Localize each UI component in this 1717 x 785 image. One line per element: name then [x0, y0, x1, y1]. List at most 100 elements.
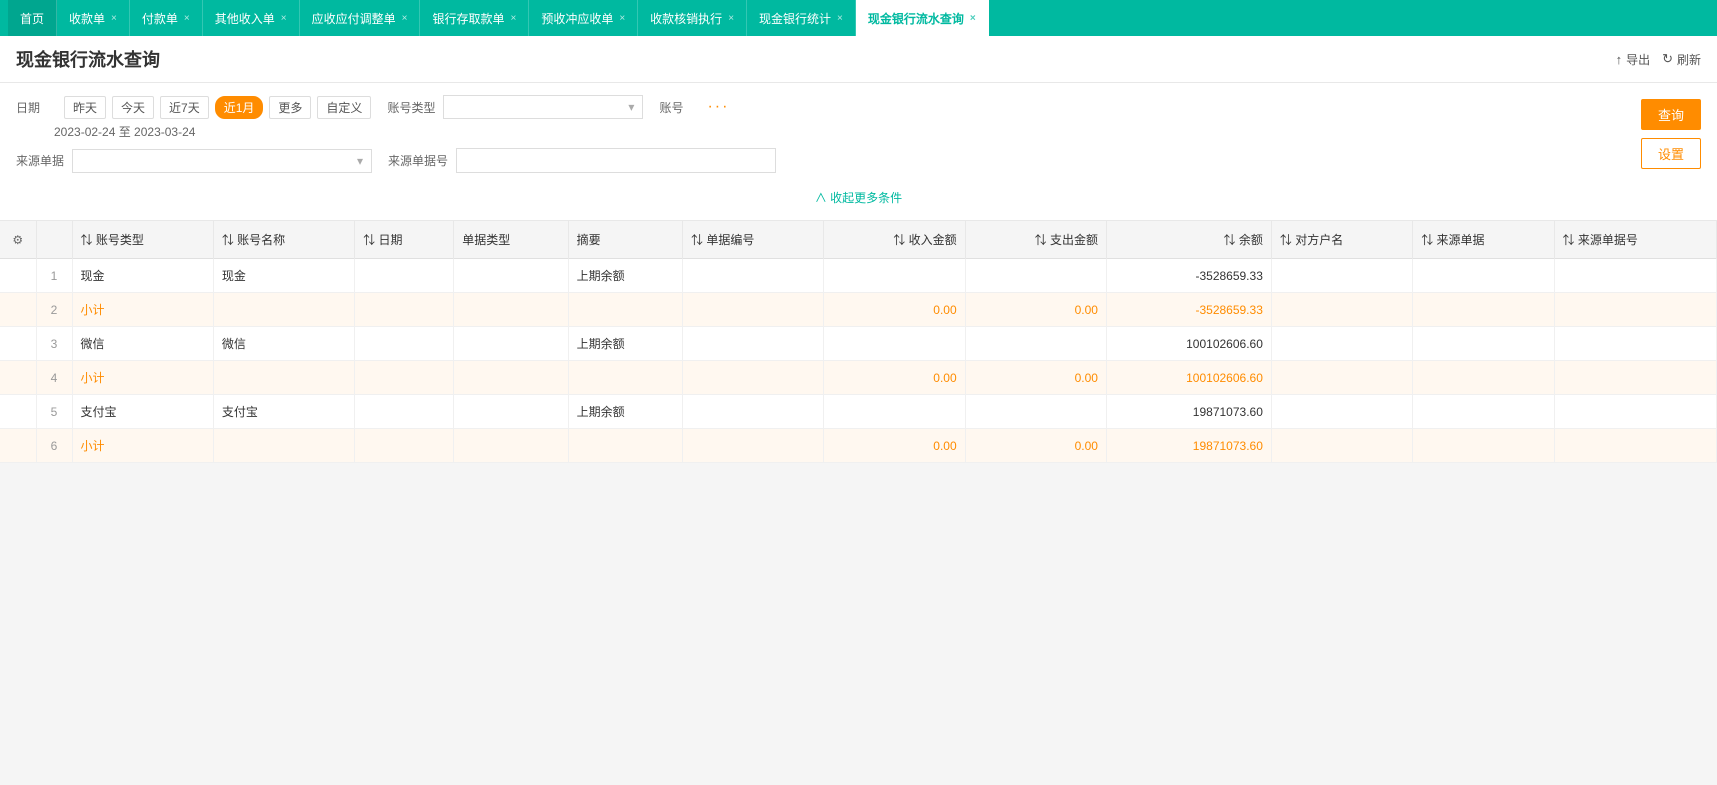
nav-tab-advance[interactable]: 预收冲应收单 ×	[529, 0, 638, 36]
nav-tab-verify[interactable]: 收款核销执行 ×	[638, 0, 747, 36]
cell-summary: 上期余额	[568, 327, 682, 361]
export-button[interactable]: ↑ 导出	[1616, 51, 1651, 68]
cell-expense	[965, 395, 1106, 429]
date-options: 昨天 今天 近7天 近1月 更多 自定义	[64, 96, 371, 119]
account-more-button[interactable]: ···	[707, 98, 729, 116]
cell-account-type: 小计	[72, 429, 213, 463]
col-row-num	[36, 221, 72, 259]
bank-deposit-tab-close[interactable]: ×	[510, 13, 516, 24]
col-account-type[interactable]: ⇅ 账号类型	[72, 221, 213, 259]
cell-source-doc-no	[1554, 327, 1716, 361]
col-income[interactable]: ⇅ 收入金额	[824, 221, 965, 259]
table-container: ⚙ ⇅ 账号类型 ⇅ 账号名称 ⇅ 日期 单据类型 摘要	[0, 221, 1717, 463]
flow-query-tab-close[interactable]: ×	[970, 13, 976, 24]
col-counterparty-label: ⇅ 对方户名	[1280, 233, 1343, 247]
cell-balance: 19871073.60	[1106, 395, 1271, 429]
cell-row-num: 3	[36, 327, 72, 361]
table-row[interactable]: 6 小计 0.00 0.00 19871073.60	[0, 429, 1717, 463]
adjust-tab-label: 应收应付调整单	[312, 10, 396, 27]
cell-expense: 0.00	[965, 293, 1106, 327]
cell-gear	[0, 395, 36, 429]
cell-date	[355, 293, 454, 327]
date-btn-more[interactable]: 更多	[269, 96, 311, 119]
verify-tab-label: 收款核销执行	[650, 10, 722, 27]
verify-tab-close[interactable]: ×	[728, 13, 734, 24]
cell-account-name: 支付宝	[213, 395, 354, 429]
nav-tab-payment[interactable]: 付款单 ×	[130, 0, 203, 36]
col-expense[interactable]: ⇅ 支出金额	[965, 221, 1106, 259]
payment-tab-close[interactable]: ×	[184, 13, 190, 24]
cell-date	[355, 395, 454, 429]
source-doc-select[interactable]: ▾	[72, 149, 372, 173]
col-account-name[interactable]: ⇅ 账号名称	[213, 221, 354, 259]
cell-row-num: 4	[36, 361, 72, 395]
account-type-select[interactable]: ▾	[443, 95, 643, 119]
table-row[interactable]: 3 微信 微信 上期余额 100102606.60	[0, 327, 1717, 361]
cell-summary: 上期余额	[568, 395, 682, 429]
stats-tab-close[interactable]: ×	[837, 13, 843, 24]
date-btn-today[interactable]: 今天	[112, 96, 154, 119]
export-label: 导出	[1626, 51, 1650, 68]
cell-gear	[0, 259, 36, 293]
col-summary-label: 摘要	[577, 233, 601, 247]
col-doc-type: 单据类型	[454, 221, 568, 259]
cell-gear	[0, 293, 36, 327]
account-label: 账号	[659, 99, 699, 116]
filter-area: 日期 昨天 今天 近7天 近1月 更多 自定义 账号类型 ▾	[0, 83, 1717, 221]
table-row[interactable]: 4 小计 0.00 0.00 100102606.60	[0, 361, 1717, 395]
nav-tab-bank-deposit[interactable]: 银行存取款单 ×	[420, 0, 529, 36]
filter-row-2: 来源单据 ▾ 来源单据号	[16, 148, 1625, 173]
cell-source-doc-no	[1554, 395, 1716, 429]
col-doc-no[interactable]: ⇅ 单据编号	[682, 221, 823, 259]
other-income-tab-close[interactable]: ×	[281, 13, 287, 24]
collapse-bar[interactable]: ∧ 收起更多条件	[16, 183, 1701, 208]
cell-expense	[965, 259, 1106, 293]
col-date[interactable]: ⇅ 日期	[355, 221, 454, 259]
cell-summary: 上期余额	[568, 259, 682, 293]
col-source-doc-no[interactable]: ⇅ 来源单据号	[1554, 221, 1716, 259]
receipt-tab-close[interactable]: ×	[111, 13, 117, 24]
cell-counterparty	[1271, 361, 1412, 395]
table-row[interactable]: 1 现金 现金 上期余额 -3528659.33	[0, 259, 1717, 293]
refresh-button[interactable]: ↻ 刷新	[1662, 51, 1701, 68]
cell-income	[824, 259, 965, 293]
date-btn-1month[interactable]: 近1月	[215, 96, 264, 119]
date-filter-group: 日期 昨天 今天 近7天 近1月 更多 自定义	[16, 96, 371, 119]
nav-tab-home[interactable]: 首页	[8, 0, 57, 36]
gear-settings-icon[interactable]: ⚙	[12, 233, 23, 247]
col-gear[interactable]: ⚙	[0, 221, 36, 259]
col-account-type-label: ⇅ 账号类型	[81, 233, 144, 247]
cell-row-num: 6	[36, 429, 72, 463]
cell-row-num: 5	[36, 395, 72, 429]
filter-row-1: 日期 昨天 今天 近7天 近1月 更多 自定义 账号类型 ▾	[16, 95, 1625, 119]
nav-tab-flow-query[interactable]: 现金银行流水查询 ×	[856, 0, 989, 36]
cell-source-doc-no	[1554, 259, 1716, 293]
query-button[interactable]: 查询	[1641, 99, 1701, 130]
nav-tab-adjust[interactable]: 应收应付调整单 ×	[300, 0, 421, 36]
cell-doc-type	[454, 293, 568, 327]
date-btn-yesterday[interactable]: 昨天	[64, 96, 106, 119]
date-btn-custom[interactable]: 自定义	[317, 96, 371, 119]
cell-income	[824, 327, 965, 361]
date-btn-7days[interactable]: 近7天	[160, 96, 209, 119]
cell-balance: 19871073.60	[1106, 429, 1271, 463]
source-doc-num-input[interactable]	[456, 148, 776, 173]
setting-button[interactable]: 设置	[1641, 138, 1701, 169]
date-range-text: 2023-02-24 至 2023-03-24	[54, 125, 195, 139]
cell-row-num: 1	[36, 259, 72, 293]
col-source-doc[interactable]: ⇅ 来源单据	[1413, 221, 1554, 259]
nav-tab-receipt[interactable]: 收款单 ×	[57, 0, 130, 36]
cell-account-type: 现金	[72, 259, 213, 293]
cell-summary	[568, 293, 682, 327]
date-range-display: 2023-02-24 至 2023-03-24	[54, 123, 1625, 140]
col-counterparty[interactable]: ⇅ 对方户名	[1271, 221, 1412, 259]
nav-tab-stats[interactable]: 现金银行统计 ×	[747, 0, 856, 36]
advance-tab-close[interactable]: ×	[619, 13, 625, 24]
account-type-chevron-icon: ▾	[628, 100, 634, 114]
col-balance[interactable]: ⇅ 余额	[1106, 221, 1271, 259]
cell-doc-no	[682, 395, 823, 429]
adjust-tab-close[interactable]: ×	[402, 13, 408, 24]
table-row[interactable]: 2 小计 0.00 0.00 -3528659.33	[0, 293, 1717, 327]
nav-tab-other-income[interactable]: 其他收入单 ×	[203, 0, 300, 36]
table-row[interactable]: 5 支付宝 支付宝 上期余额 19871073.60	[0, 395, 1717, 429]
